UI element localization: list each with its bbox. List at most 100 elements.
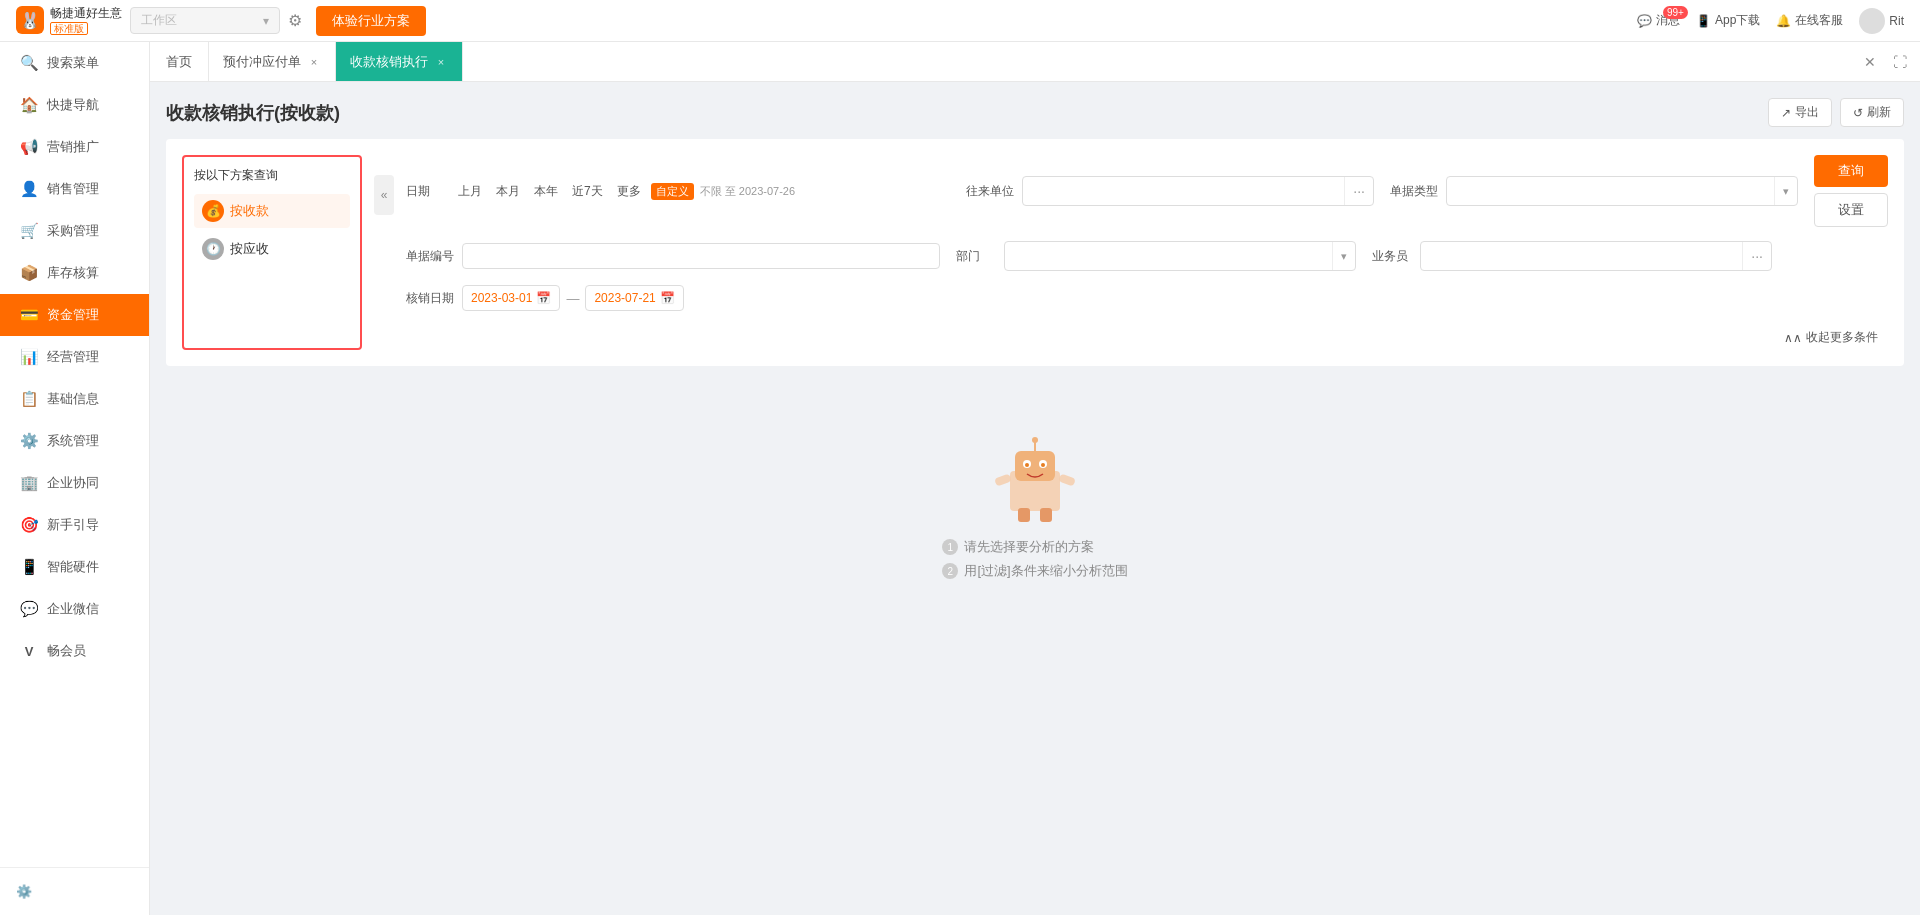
user-area[interactable]: Rit xyxy=(1859,8,1904,34)
collapse-btn[interactable]: « xyxy=(374,175,394,215)
export-icon: ↗ xyxy=(1781,106,1791,120)
department-arrow[interactable]: ▾ xyxy=(1332,242,1355,270)
phone-icon: 📱 xyxy=(1696,14,1711,28)
form-row-1: 日期 上月 本月 本年 近7天 更多 自定义 不限 至 2023-07-26 xyxy=(406,155,1888,227)
doc-type-label: 单据类型 xyxy=(1390,183,1438,200)
date-range-separator: — xyxy=(566,291,579,306)
sidebar-item-system[interactable]: ⚙️ 系统管理 xyxy=(0,420,149,462)
sidebar-item-label: 快捷导航 xyxy=(47,96,99,114)
quick-nav-icon: 🏠 xyxy=(19,96,39,114)
sidebar-item-beginner[interactable]: 🎯 新手引导 xyxy=(0,504,149,546)
export-label: 导出 xyxy=(1795,104,1819,121)
wechat-icon: 💬 xyxy=(19,600,39,618)
empty-illustration xyxy=(985,426,1085,526)
sidebar-item-label: 经营管理 xyxy=(47,348,99,366)
sidebar-item-marketing[interactable]: 📢 营销推广 xyxy=(0,126,149,168)
sidebar-settings-btn[interactable]: ⚙️ xyxy=(0,876,149,907)
sidebar-item-label: 营销推广 xyxy=(47,138,99,156)
sidebar-item-inventory[interactable]: 📦 库存核算 xyxy=(0,252,149,294)
tab-home[interactable]: 首页 xyxy=(150,42,209,81)
filter-option-by-receipt[interactable]: 💰 按收款 xyxy=(194,194,350,228)
sidebar-item-operations[interactable]: 📊 经营管理 xyxy=(0,336,149,378)
tab-receipt-writeoff-close[interactable]: × xyxy=(434,55,448,69)
gear-icon[interactable]: ⚙ xyxy=(288,11,302,30)
tab-prepay-close[interactable]: × xyxy=(307,55,321,69)
tab-prepay-label: 预付冲应付单 xyxy=(223,53,301,71)
date-more[interactable]: 更多 xyxy=(613,181,645,202)
sidebar-item-enterprise[interactable]: 🏢 企业协同 xyxy=(0,462,149,504)
doc-number-input[interactable] xyxy=(462,243,940,269)
counterpart-select[interactable]: ··· xyxy=(1022,176,1374,206)
salesperson-select[interactable]: ··· xyxy=(1420,241,1772,271)
settings-icon: ⚙️ xyxy=(16,884,32,899)
brand: 🐰 畅捷通好生意 标准版 xyxy=(16,6,122,36)
tab-prepay[interactable]: 预付冲应付单 × xyxy=(209,42,336,81)
export-btn[interactable]: ↗ 导出 xyxy=(1768,98,1832,127)
tab-maximize-btn[interactable]: ⛶ xyxy=(1886,48,1914,76)
writeoff-date-start[interactable]: 2023-03-01 📅 xyxy=(462,285,560,311)
brand-tag: 标准版 xyxy=(50,22,88,35)
query-btn[interactable]: 查询 xyxy=(1814,155,1888,187)
top-right: 💬 消息 99+ 📱 App下载 🔔 在线客服 Rit xyxy=(1637,8,1904,34)
sidebar-item-membership[interactable]: V 畅会员 xyxy=(0,630,149,672)
online-service-btn[interactable]: 🔔 在线客服 xyxy=(1776,12,1843,29)
workspace-name: 工作区 xyxy=(141,12,177,29)
refresh-btn[interactable]: ↺ 刷新 xyxy=(1840,98,1904,127)
query-actions: 查询 设置 xyxy=(1814,155,1888,227)
doc-number-field: 单据编号 xyxy=(406,243,940,269)
sidebar-item-smart-hardware[interactable]: 📱 智能硬件 xyxy=(0,546,149,588)
basic-info-icon: 📋 xyxy=(19,390,39,408)
date-this-year[interactable]: 本年 xyxy=(530,181,562,202)
sidebar-item-basic-info[interactable]: 📋 基础信息 xyxy=(0,378,149,420)
salesperson-label: 业务员 xyxy=(1372,248,1412,265)
top-bar-left: 🐰 畅捷通好生意 标准版 工作区 ▾ ⚙ 体验行业方案 xyxy=(16,6,1627,36)
date-this-month[interactable]: 本月 xyxy=(492,181,524,202)
sidebar-item-search-menu[interactable]: 🔍 搜索菜单 xyxy=(0,42,149,84)
settings-btn[interactable]: 设置 xyxy=(1814,193,1888,227)
sidebar-item-sales[interactable]: 👤 销售管理 xyxy=(0,168,149,210)
sidebar-item-quick-nav[interactable]: 🏠 快捷导航 xyxy=(0,84,149,126)
app-download-label: App下载 xyxy=(1715,12,1760,29)
salesperson-field: 业务员 ··· xyxy=(1372,241,1772,271)
date-shortcuts: 上月 本月 本年 近7天 更多 自定义 不限 至 2023-07-26 xyxy=(454,181,950,202)
sales-icon: 👤 xyxy=(19,180,39,198)
date-label: 日期 xyxy=(406,183,446,200)
svg-rect-10 xyxy=(1018,508,1030,522)
writeoff-date-end[interactable]: 2023-07-21 📅 xyxy=(585,285,683,311)
date-7days[interactable]: 近7天 xyxy=(568,181,607,202)
salesperson-dots[interactable]: ··· xyxy=(1742,242,1771,270)
counterpart-label: 往来单位 xyxy=(966,183,1014,200)
tab-home-label: 首页 xyxy=(166,53,192,71)
main-layout: 🔍 搜索菜单 🏠 快捷导航 📢 营销推广 👤 销售管理 🛒 采购管理 📦 库存核… xyxy=(0,42,1920,915)
tab-close-btn[interactable]: ✕ xyxy=(1856,48,1884,76)
writeoff-date-range: 2023-03-01 📅 — 2023-07-21 📅 xyxy=(462,285,684,311)
department-select[interactable]: ▾ xyxy=(1004,241,1356,271)
sidebar: 🔍 搜索菜单 🏠 快捷导航 📢 营销推广 👤 销售管理 🛒 采购管理 📦 库存核… xyxy=(0,42,150,915)
industry-btn[interactable]: 体验行业方案 xyxy=(316,6,426,36)
filter-option-icon-receipt: 💰 xyxy=(202,200,224,222)
collapse-icon: « xyxy=(381,188,388,202)
tab-receipt-writeoff[interactable]: 收款核销执行 × xyxy=(336,42,463,81)
more-conditions-btn[interactable]: ∧∧ 收起更多条件 xyxy=(406,325,1888,350)
message-icon: 💬 xyxy=(1637,14,1652,28)
date-custom-badge[interactable]: 自定义 xyxy=(651,183,694,200)
sidebar-item-wechat[interactable]: 💬 企业微信 xyxy=(0,588,149,630)
filter-option-label-receivable: 按应收 xyxy=(230,240,269,258)
date-last-month[interactable]: 上月 xyxy=(454,181,486,202)
counterpart-dots[interactable]: ··· xyxy=(1344,177,1373,205)
workspace-chevron: ▾ xyxy=(263,14,269,28)
content-area: 首页 预付冲应付单 × 收款核销执行 × ✕ ⛶ 收款核销执行(按收款) xyxy=(150,42,1920,915)
tab-bar: 首页 预付冲应付单 × 收款核销执行 × ✕ ⛶ xyxy=(150,42,1920,82)
filter-option-by-receivable[interactable]: 🕐 按应收 xyxy=(194,232,350,266)
sidebar-item-purchase[interactable]: 🛒 采购管理 xyxy=(0,210,149,252)
sidebar-item-label: 企业微信 xyxy=(47,600,99,618)
doc-type-select[interactable]: ▾ xyxy=(1446,176,1798,206)
sidebar-item-finance[interactable]: 💳 资金管理 xyxy=(0,294,149,336)
brand-icon: 🐰 xyxy=(20,11,40,30)
doc-type-arrow[interactable]: ▾ xyxy=(1774,177,1797,205)
message-btn[interactable]: 💬 消息 99+ xyxy=(1637,12,1680,29)
filter-option-label-receipt: 按收款 xyxy=(230,202,269,220)
query-form: 日期 上月 本月 本年 近7天 更多 自定义 不限 至 2023-07-26 xyxy=(406,155,1888,350)
app-download-btn[interactable]: 📱 App下载 xyxy=(1696,12,1760,29)
workspace-selector[interactable]: 工作区 ▾ xyxy=(130,7,280,34)
